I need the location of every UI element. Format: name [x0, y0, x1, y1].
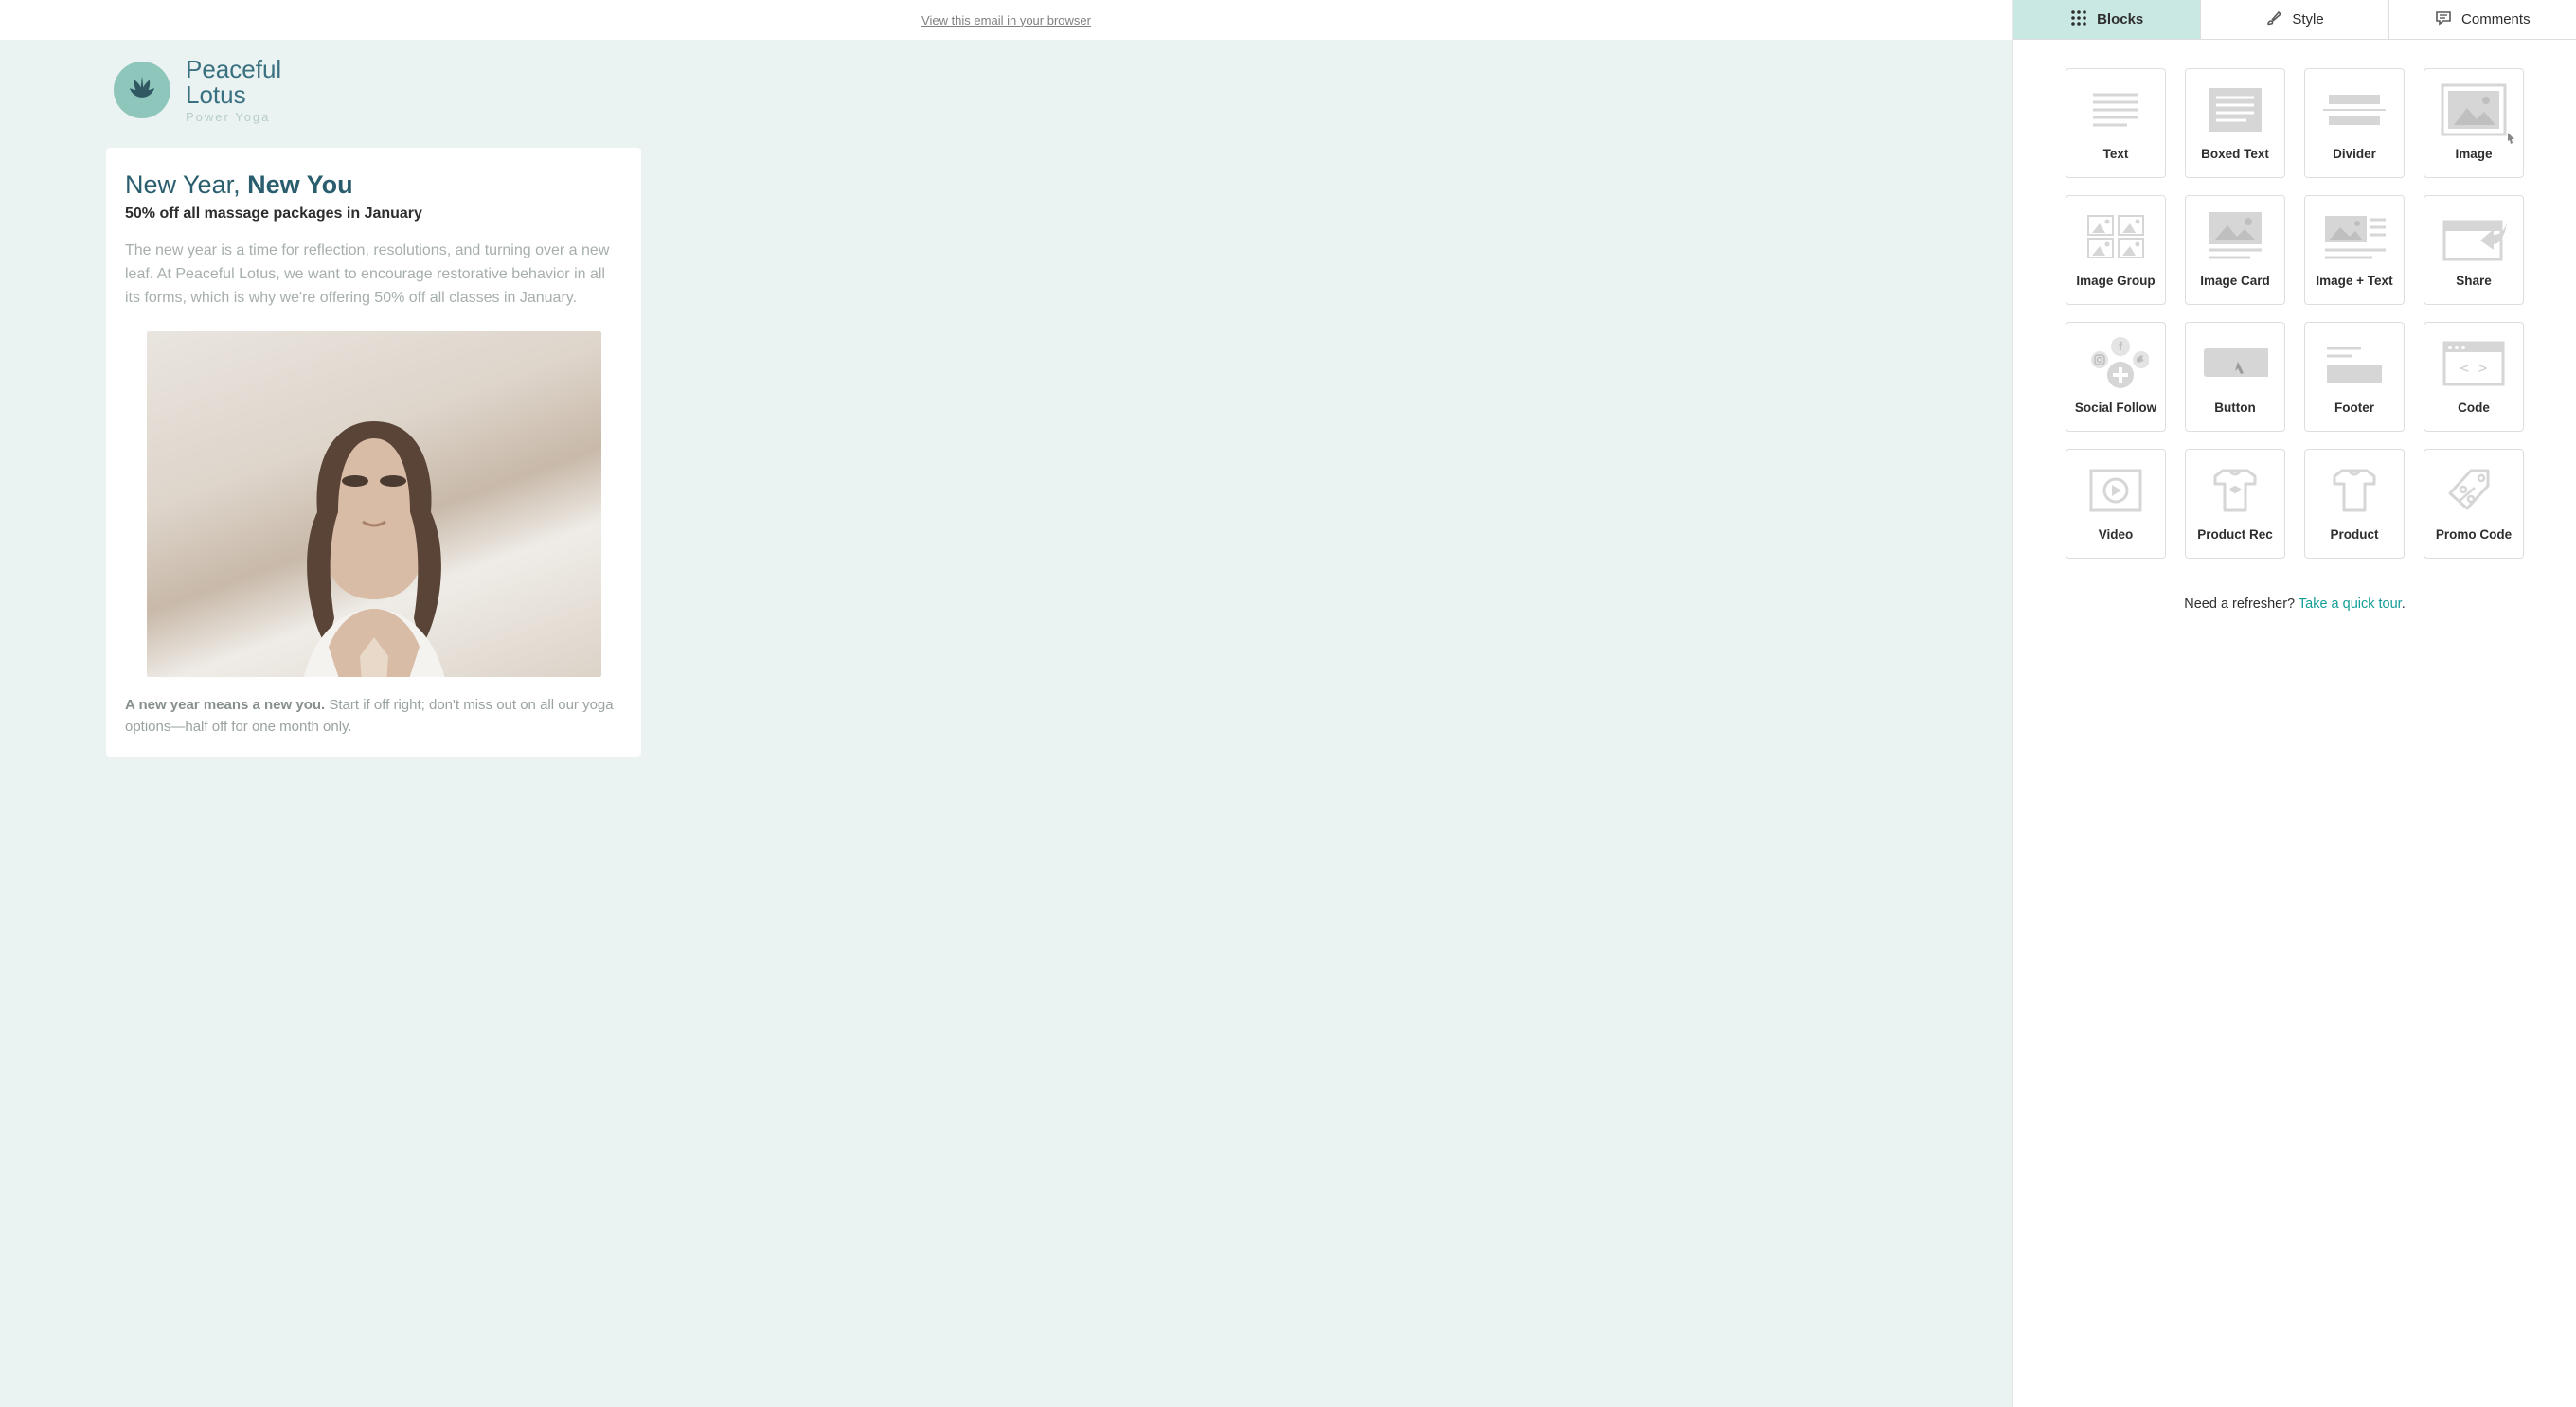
email-paragraph-2: A new year means a new you. Start if off… [125, 694, 622, 739]
boxed-text-icon [2202, 80, 2268, 139]
sidebar-tab-row: Blocks Style Comments [2013, 0, 2576, 40]
image-text-icon [2321, 207, 2388, 266]
tab-blocks-label: Blocks [2097, 11, 2143, 27]
social-follow-icon: f [2083, 334, 2149, 393]
product-icon [2321, 461, 2388, 520]
divider-icon [2321, 80, 2388, 139]
block-video-label: Video [2099, 527, 2134, 542]
block-divider[interactable]: Divider [2304, 68, 2405, 178]
block-footer-label: Footer [2334, 401, 2374, 415]
product-rec-icon [2202, 461, 2268, 520]
footer-icon [2321, 334, 2388, 393]
block-video[interactable]: Video [2066, 449, 2166, 559]
block-social-follow[interactable]: f Social Follow [2066, 322, 2166, 432]
video-icon [2083, 461, 2149, 520]
refresher-text: Need a refresher? [2184, 597, 2299, 612]
block-button-label: Button [2214, 401, 2255, 415]
block-product-rec-label: Product Rec [2197, 527, 2273, 542]
view-in-browser-link[interactable]: View this email in your browser [921, 13, 1091, 27]
block-product[interactable]: Product [2304, 449, 2405, 559]
block-promo-code-label: Promo Code [2436, 527, 2512, 542]
block-image-card[interactable]: Image Card [2185, 195, 2285, 305]
tab-comments[interactable]: Comments [2389, 0, 2576, 39]
block-divider-label: Divider [2333, 147, 2376, 161]
comment-icon [2435, 9, 2452, 30]
brand-name-line1: Peaceful [186, 57, 281, 82]
brand-name-line2: Lotus [186, 82, 281, 108]
block-image-text-label: Image + Text [2316, 274, 2392, 288]
tab-blocks[interactable]: Blocks [2013, 0, 2201, 39]
block-image-group[interactable]: Image Group [2066, 195, 2166, 305]
refresher-hint: Need a refresher? Take a quick tour. [2013, 597, 2576, 612]
block-boxed-text-label: Boxed Text [2201, 147, 2269, 161]
preview-top-strip: View this email in your browser [0, 0, 2012, 40]
image-card-icon [2202, 207, 2268, 266]
editor-sidebar: Blocks Style Comments Text Boxed Te [2012, 0, 2576, 1407]
email-preview-canvas[interactable]: View this email in your browser Peaceful… [0, 0, 2012, 1407]
block-share[interactable]: Share [2424, 195, 2524, 305]
cursor-pointer-icon [2502, 131, 2519, 151]
grid-icon [2070, 9, 2087, 30]
button-icon [2202, 334, 2268, 393]
email-paragraph-1: The new year is a time for reflection, r… [125, 240, 622, 310]
email-body-card[interactable]: New Year, New You 50% off all massage pa… [106, 148, 641, 757]
svg-text:< >: < > [2460, 359, 2488, 377]
promo-code-icon [2441, 461, 2507, 520]
block-promo-code[interactable]: Promo Code [2424, 449, 2524, 559]
code-icon: < > [2441, 334, 2507, 393]
block-product-rec[interactable]: Product Rec [2185, 449, 2285, 559]
image-group-icon [2083, 207, 2149, 266]
tab-comments-label: Comments [2461, 11, 2531, 27]
block-text-label: Text [2103, 147, 2129, 161]
refresher-dot: . [2402, 597, 2406, 612]
lotus-logo-icon [114, 62, 170, 118]
block-image-text[interactable]: Image + Text [2304, 195, 2405, 305]
block-product-label: Product [2330, 527, 2378, 542]
headline-light: New Year, [125, 170, 247, 199]
tab-style-label: Style [2292, 11, 2323, 27]
block-image-group-label: Image Group [2076, 274, 2155, 288]
block-code[interactable]: < > Code [2424, 322, 2524, 432]
headline-bold: New You [247, 170, 353, 199]
image-icon [2441, 80, 2507, 139]
block-image-label: Image [2455, 147, 2492, 161]
email-hero-image[interactable] [147, 331, 601, 677]
brand-tagline: Power Yoga [186, 111, 281, 124]
block-image[interactable]: Image [2424, 68, 2524, 178]
block-button[interactable]: Button [2185, 322, 2285, 432]
block-image-card-label: Image Card [2200, 274, 2270, 288]
block-code-label: Code [2458, 401, 2490, 415]
para2-strong: A new year means a new you. [125, 697, 325, 713]
block-text[interactable]: Text [2066, 68, 2166, 178]
email-subheadline: 50% off all massage packages in January [125, 205, 622, 223]
share-icon [2441, 207, 2507, 266]
block-social-follow-label: Social Follow [2075, 401, 2156, 415]
blocks-grid: Text Boxed Text Divider Image [2013, 40, 2576, 559]
block-share-label: Share [2456, 274, 2492, 288]
tab-style[interactable]: Style [2201, 0, 2388, 39]
brand-logo-row: Peaceful Lotus Power Yoga [114, 57, 2012, 123]
email-headline: New Year, New You [125, 170, 622, 200]
block-boxed-text[interactable]: Boxed Text [2185, 68, 2285, 178]
paintbrush-icon [2265, 9, 2282, 30]
text-lines-icon [2083, 80, 2149, 139]
block-footer[interactable]: Footer [2304, 322, 2405, 432]
take-tour-link[interactable]: Take a quick tour [2299, 597, 2402, 612]
